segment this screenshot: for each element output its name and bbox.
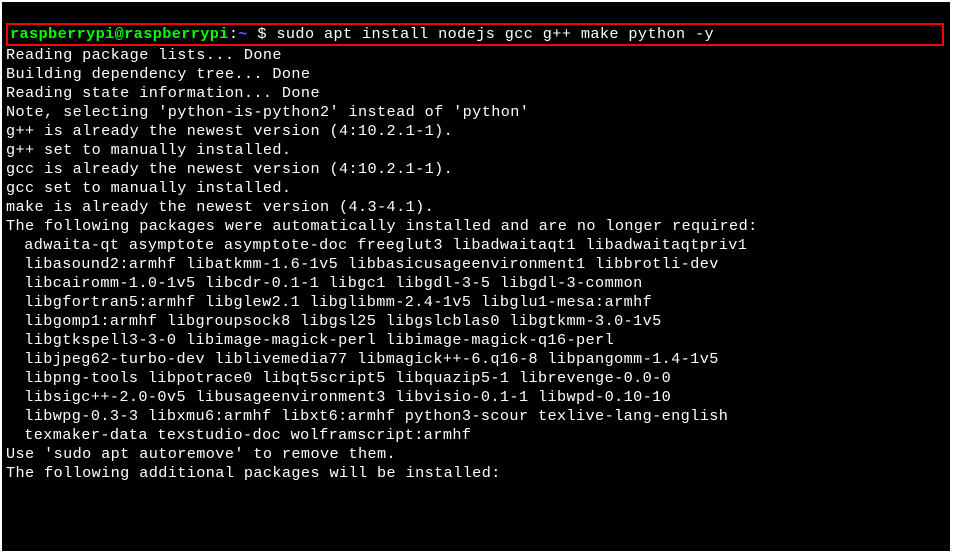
package-line: libgtkspell3-3-0 libimage-magick-perl li… xyxy=(6,331,946,350)
prompt-path: ~ xyxy=(238,25,248,43)
command-input[interactable]: sudo apt install nodejs gcc g++ make pyt… xyxy=(276,25,714,43)
package-line: libgfortran5:armhf libglew2.1 libglibmm-… xyxy=(6,293,946,312)
package-line: libwpg-0.3-3 libxmu6:armhf libxt6:armhf … xyxy=(6,407,946,426)
package-line: libasound2:armhf libatkmm-1.6-1v5 libbas… xyxy=(6,255,946,274)
output-line: gcc is already the newest version (4:10.… xyxy=(6,160,453,178)
package-line: libpng-tools libpotrace0 libqt5script5 l… xyxy=(6,369,946,388)
output-line: Reading package lists... Done xyxy=(6,46,282,64)
package-line: texmaker-data texstudio-doc wolframscrip… xyxy=(6,426,946,445)
prompt-line: raspberrypi@raspberrypi:~ $ sudo apt ins… xyxy=(6,23,944,46)
prompt-user-host: raspberrypi@raspberrypi xyxy=(10,25,229,43)
terminal-window[interactable]: raspberrypi@raspberrypi:~ $ sudo apt ins… xyxy=(2,2,950,551)
output-line: make is already the newest version (4.3-… xyxy=(6,198,434,216)
package-line: libcairomm-1.0-1v5 libcdr-0.1-1 libgc1 l… xyxy=(6,274,946,293)
output-line: g++ is already the newest version (4:10.… xyxy=(6,122,453,140)
output-line: gcc set to manually installed. xyxy=(6,179,291,197)
package-line: libgomp1:armhf libgroupsock8 libgsl25 li… xyxy=(6,312,946,331)
prompt-colon: : xyxy=(229,25,239,43)
prompt-dollar: $ xyxy=(248,25,277,43)
output-line: Use 'sudo apt autoremove' to remove them… xyxy=(6,445,396,463)
output-line: g++ set to manually installed. xyxy=(6,141,291,159)
output-line: Building dependency tree... Done xyxy=(6,65,310,83)
package-line: adwaita-qt asymptote asymptote-doc freeg… xyxy=(6,236,946,255)
output-line: The following additional packages will b… xyxy=(6,464,501,482)
package-line: libjpeg62-turbo-dev liblivemedia77 libma… xyxy=(6,350,946,369)
output-line: Note, selecting 'python-is-python2' inst… xyxy=(6,103,529,121)
package-line: libsigc++-2.0-0v5 libusageenvironment3 l… xyxy=(6,388,946,407)
output-line: The following packages were automaticall… xyxy=(6,217,758,235)
output-line: Reading state information... Done xyxy=(6,84,320,102)
